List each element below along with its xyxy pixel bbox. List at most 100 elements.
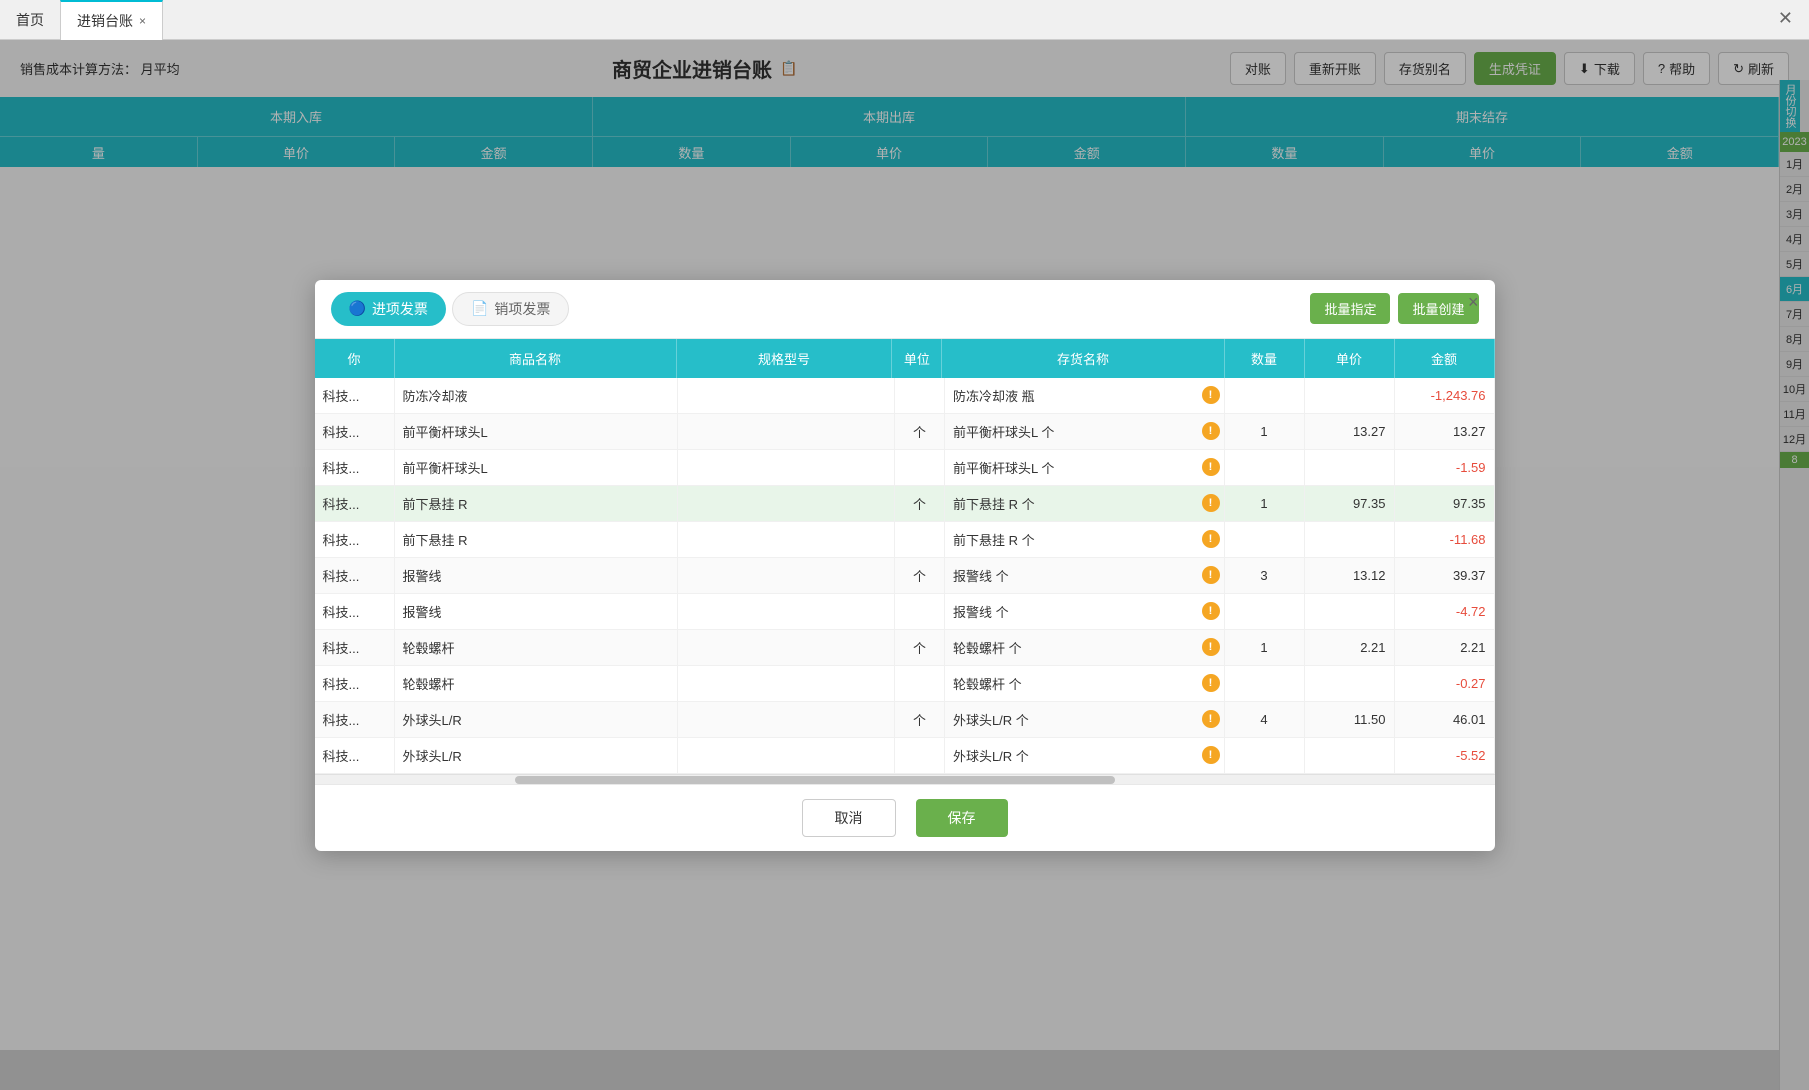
- modal-overlay: 🔵 进项发票 📄 销项发票 批量指定 批量创建 × 你: [0, 40, 1809, 1090]
- window-close-button[interactable]: ✕: [1778, 8, 1793, 29]
- cell-id: 科技...: [315, 702, 395, 737]
- modal-action-buttons: 批量指定 批量创建: [1310, 293, 1478, 324]
- batch-assign-button[interactable]: 批量指定: [1310, 293, 1390, 324]
- scrollbar-thumb[interactable]: [515, 776, 1115, 784]
- modal-header: 🔵 进项发票 📄 销项发票 批量指定 批量创建 ×: [315, 280, 1495, 339]
- modal-scrollbar[interactable]: [315, 774, 1495, 784]
- warning-icon: !: [1202, 602, 1220, 620]
- table-row[interactable]: 科技... 前平衡杆球头L 个 前平衡杆球头L 个 ! 1 13.27 13.2…: [315, 414, 1495, 450]
- cell-unit: 个: [895, 486, 945, 521]
- th-unit: 单位: [892, 339, 942, 378]
- table-row[interactable]: 科技... 外球头L/R 个 外球头L/R 个 ! 4 11.50 46.01: [315, 702, 1495, 738]
- table-row[interactable]: 科技... 前下悬挂 R 个 前下悬挂 R 个 ! 1 97.35 97.35: [315, 486, 1495, 522]
- warning-icon: !: [1202, 422, 1220, 440]
- table-row[interactable]: 科技... 防冻冷却液 防冻冷却液 瓶 ! -1,243.76: [315, 378, 1495, 414]
- modal-table-header: 你 商品名称 规格型号 单位 存货名称 数量 单价 金额: [315, 339, 1495, 378]
- table-row[interactable]: 科技... 报警线 个 报警线 个 ! 3 13.12 39.37: [315, 558, 1495, 594]
- cell-amount: -4.72: [1395, 594, 1495, 629]
- cell-amount: -11.68: [1395, 522, 1495, 557]
- cell-amount: -5.52: [1395, 738, 1495, 773]
- warning-icon: !: [1202, 746, 1220, 764]
- cell-spec: [678, 558, 895, 593]
- cell-name: 轮毂螺杆: [395, 666, 679, 701]
- tab-incoming-invoice[interactable]: 🔵 进项发票: [331, 292, 446, 326]
- cell-spec: [678, 630, 895, 665]
- cell-spec: [678, 666, 895, 701]
- cell-name: 防冻冷却液: [395, 378, 679, 413]
- table-row[interactable]: 科技... 外球头L/R 外球头L/R 个 ! -5.52: [315, 738, 1495, 774]
- tab-active[interactable]: 进销台账 ×: [60, 0, 163, 40]
- cell-unit: [895, 450, 945, 485]
- table-row[interactable]: 科技... 报警线 报警线 个 ! -4.72: [315, 594, 1495, 630]
- cell-price: [1305, 378, 1395, 413]
- cell-unit: 个: [895, 558, 945, 593]
- tab-home[interactable]: 首页: [0, 0, 60, 40]
- table-row[interactable]: 科技... 轮毂螺杆 轮毂螺杆 个 ! -0.27: [315, 666, 1495, 702]
- warning-icon: !: [1202, 710, 1220, 728]
- cell-price: 2.21: [1305, 630, 1395, 665]
- cell-unit: [895, 666, 945, 701]
- cell-price: [1305, 450, 1395, 485]
- save-button[interactable]: 保存: [916, 799, 1008, 837]
- cell-price: [1305, 738, 1395, 773]
- cell-spec: [678, 738, 895, 773]
- cell-price: 97.35: [1305, 486, 1395, 521]
- th-qty: 数量: [1225, 339, 1305, 378]
- cell-amount: 2.21: [1395, 630, 1495, 665]
- warning-icon: !: [1202, 566, 1220, 584]
- cell-stock: 轮毂螺杆 个 !: [945, 666, 1225, 701]
- cell-qty: [1225, 666, 1305, 701]
- cell-id: 科技...: [315, 378, 395, 413]
- tab-close-icon[interactable]: ×: [139, 2, 146, 40]
- modal-dialog: 🔵 进项发票 📄 销项发票 批量指定 批量创建 × 你: [315, 280, 1495, 851]
- cell-price: 11.50: [1305, 702, 1395, 737]
- cell-id: 科技...: [315, 630, 395, 665]
- batch-create-button[interactable]: 批量创建: [1398, 293, 1478, 324]
- cell-id: 科技...: [315, 666, 395, 701]
- cell-spec: [678, 414, 895, 449]
- table-row[interactable]: 科技... 前平衡杆球头L 前平衡杆球头L 个 ! -1.59: [315, 450, 1495, 486]
- cell-amount: 46.01: [1395, 702, 1495, 737]
- cell-qty: [1225, 378, 1305, 413]
- table-row[interactable]: 科技... 轮毂螺杆 个 轮毂螺杆 个 ! 1 2.21 2.21: [315, 630, 1495, 666]
- cell-id: 科技...: [315, 522, 395, 557]
- cell-qty: 4: [1225, 702, 1305, 737]
- cell-amount: 97.35: [1395, 486, 1495, 521]
- cell-stock: 防冻冷却液 瓶 !: [945, 378, 1225, 413]
- modal-footer: 取消 保存: [315, 784, 1495, 851]
- cell-spec: [678, 378, 895, 413]
- cell-price: 13.27: [1305, 414, 1395, 449]
- cell-amount: 13.27: [1395, 414, 1495, 449]
- cell-unit: [895, 522, 945, 557]
- table-row[interactable]: 科技... 前下悬挂 R 前下悬挂 R 个 ! -11.68: [315, 522, 1495, 558]
- modal-close-button[interactable]: ×: [1468, 292, 1479, 313]
- cell-amount: -1,243.76: [1395, 378, 1495, 413]
- cell-price: [1305, 666, 1395, 701]
- cell-id: 科技...: [315, 450, 395, 485]
- cell-id: 科技...: [315, 738, 395, 773]
- cell-spec: [678, 522, 895, 557]
- cell-price: [1305, 594, 1395, 629]
- cell-stock: 轮毂螺杆 个 !: [945, 630, 1225, 665]
- warning-icon: !: [1202, 674, 1220, 692]
- modal-table-body: 科技... 防冻冷却液 防冻冷却液 瓶 ! -1,243.76 科技... 前平…: [315, 378, 1495, 774]
- cell-unit: [895, 378, 945, 413]
- cell-spec: [678, 594, 895, 629]
- cell-name: 前平衡杆球头L: [395, 414, 679, 449]
- tab-outgoing-invoice[interactable]: 📄 销项发票: [452, 292, 569, 326]
- th-price: 单价: [1305, 339, 1395, 378]
- cell-unit: [895, 594, 945, 629]
- incoming-icon: 🔵: [349, 300, 366, 317]
- cell-id: 科技...: [315, 558, 395, 593]
- cell-stock: 外球头L/R 个 !: [945, 738, 1225, 773]
- warning-icon: !: [1202, 530, 1220, 548]
- cell-spec: [678, 450, 895, 485]
- cancel-button[interactable]: 取消: [802, 799, 896, 837]
- main-content: 销售成本计算方法： 月平均 商贸企业进销台账 📋 对账 重新开账 存货别名 生成…: [0, 40, 1809, 1050]
- warning-icon: !: [1202, 386, 1220, 404]
- cell-qty: 3: [1225, 558, 1305, 593]
- cell-price: [1305, 522, 1395, 557]
- cell-unit: 个: [895, 702, 945, 737]
- cell-name: 前平衡杆球头L: [395, 450, 679, 485]
- cell-name: 外球头L/R: [395, 738, 679, 773]
